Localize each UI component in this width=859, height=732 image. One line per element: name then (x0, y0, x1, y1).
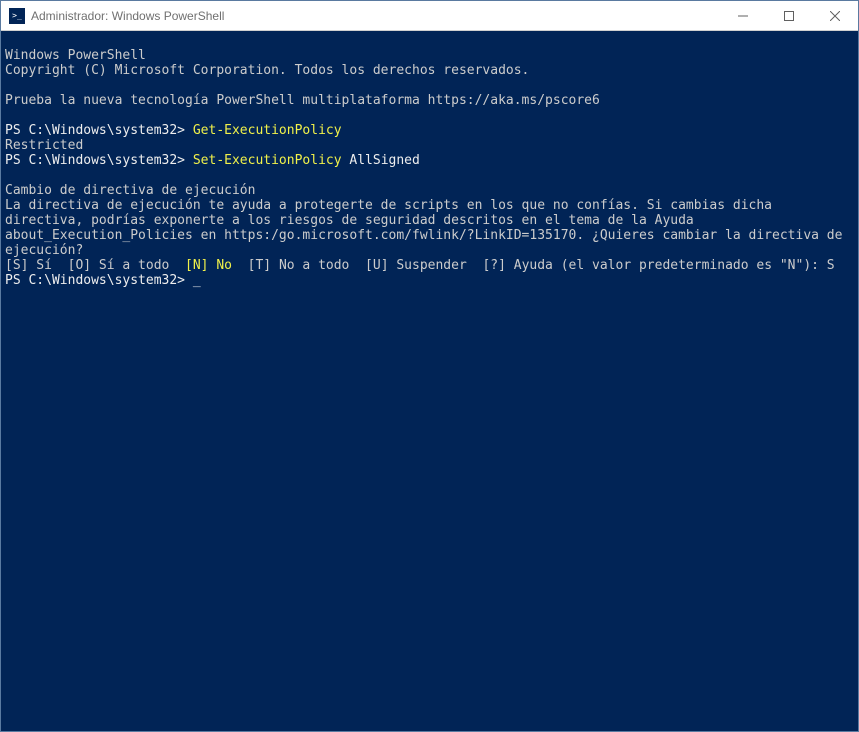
terminal-line: Restricted (5, 138, 854, 153)
terminal-line: PS C:\Windows\system32> Set-ExecutionPol… (5, 153, 854, 168)
command-text: Get-ExecutionPolicy (193, 123, 342, 138)
terminal-line: Copyright (C) Microsoft Corporation. Tod… (5, 63, 854, 78)
powershell-icon (9, 8, 25, 24)
terminal-line: PS C:\Windows\system32> Get-ExecutionPol… (5, 123, 854, 138)
close-icon (830, 11, 840, 21)
maximize-icon (784, 11, 794, 21)
prompt-path: PS C:\Windows\system32> (5, 273, 185, 288)
choice-default: [N] No (185, 258, 232, 273)
window-controls (720, 1, 858, 30)
command-text: Set-ExecutionPolicy (193, 153, 342, 168)
choice-text: [S] Sí [O] Sí a todo (5, 258, 185, 273)
terminal-line (5, 168, 854, 183)
minimize-button[interactable] (720, 1, 766, 30)
cursor-icon: _ (193, 273, 201, 288)
terminal-line: Prueba la nueva tecnología PowerShell mu… (5, 93, 854, 108)
prompt-path: PS C:\Windows\system32> (5, 123, 193, 138)
terminal-line: PS C:\Windows\system32> _ (5, 273, 854, 288)
terminal-line: La directiva de ejecución te ayuda a pro… (5, 198, 854, 258)
terminal-line (5, 108, 854, 123)
terminal-line: Windows PowerShell (5, 48, 854, 63)
choice-text: [T] No a todo [U] Suspender [?] Ayuda (e… (232, 258, 835, 273)
terminal-line (5, 78, 854, 93)
minimize-icon (738, 11, 748, 21)
prompt-path: PS C:\Windows\system32> (5, 153, 193, 168)
maximize-button[interactable] (766, 1, 812, 30)
close-button[interactable] (812, 1, 858, 30)
window-title: Administrador: Windows PowerShell (31, 9, 720, 23)
powershell-window: Administrador: Windows PowerShell Window… (0, 0, 859, 732)
terminal-line: Cambio de directiva de ejecución (5, 183, 854, 198)
terminal-area[interactable]: Windows PowerShellCopyright (C) Microsof… (1, 31, 858, 731)
command-arg: AllSigned (342, 153, 420, 168)
titlebar[interactable]: Administrador: Windows PowerShell (1, 1, 858, 31)
terminal-line: [S] Sí [O] Sí a todo [N] No [T] No a tod… (5, 258, 854, 273)
